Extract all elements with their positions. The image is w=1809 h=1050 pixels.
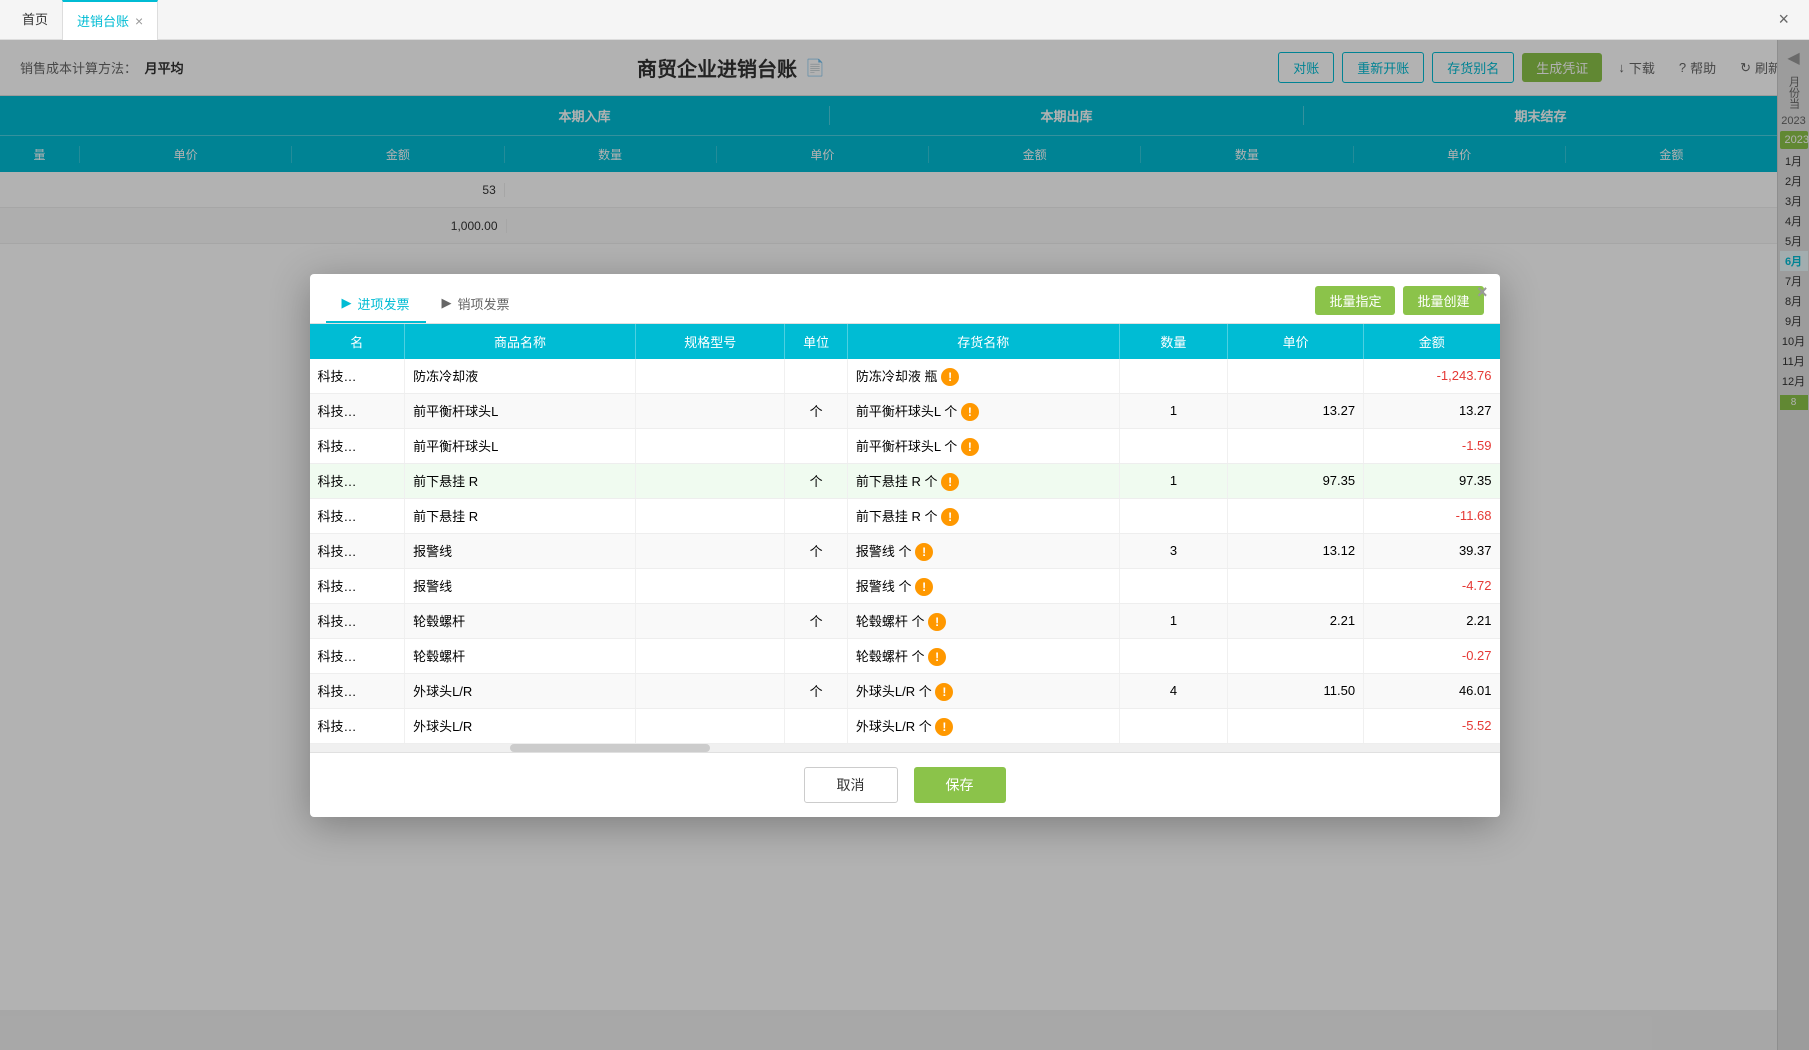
warning-icon: ! — [928, 613, 946, 631]
modal-dialog: ▶ 进项发票 ▶ 销项发票 批量指定 批量创建 × 名 — [310, 274, 1500, 817]
table-row[interactable]: 科技…防冻冷却液防冻冷却液 瓶 !-1,243.76 — [310, 359, 1500, 394]
warning-icon: ! — [941, 473, 959, 491]
horizontal-scrollbar[interactable] — [310, 744, 1500, 752]
modal-footer: 取消 保存 — [310, 752, 1500, 817]
th-qty: 数量 — [1119, 324, 1228, 359]
warning-icon: ! — [961, 403, 979, 421]
th-spec: 规格型号 — [636, 324, 785, 359]
tab-close-icon[interactable]: × — [135, 13, 143, 29]
table-row[interactable]: 科技…报警线报警线 个 !-4.72 — [310, 568, 1500, 603]
modal-header: ▶ 进项发票 ▶ 销项发票 批量指定 批量创建 × — [310, 274, 1500, 324]
warning-icon: ! — [928, 648, 946, 666]
modal-overlay: ▶ 进项发票 ▶ 销项发票 批量指定 批量创建 × 名 — [0, 40, 1809, 1050]
tab-home[interactable]: 首页 — [8, 0, 62, 40]
inventory-name-text: 外球头L/R 个 — [856, 719, 932, 734]
inventory-name-text: 前平衡杆球头L 个 — [856, 439, 957, 454]
warning-icon: ! — [935, 683, 953, 701]
inventory-name-text: 报警线 个 — [856, 579, 912, 594]
batch-create-button[interactable]: 批量创建 — [1403, 286, 1483, 315]
th-name-abbr: 名 — [310, 324, 405, 359]
warning-icon: ! — [941, 508, 959, 526]
warning-icon: ! — [915, 578, 933, 596]
tab-active-label: 进销台账 — [77, 11, 129, 30]
th-unit-price: 单价 — [1228, 324, 1364, 359]
th-amount: 金额 — [1364, 324, 1500, 359]
save-button[interactable]: 保存 — [914, 767, 1006, 803]
modal-close-button[interactable]: × — [1477, 282, 1488, 303]
modal-header-actions: 批量指定 批量创建 — [1315, 286, 1483, 315]
table-row[interactable]: 科技…轮毂螺杆轮毂螺杆 个 !-0.27 — [310, 638, 1500, 673]
inventory-name-text: 报警线 个 — [856, 544, 912, 559]
inventory-name-text: 前平衡杆球头L 个 — [856, 404, 957, 419]
batch-assign-button[interactable]: 批量指定 — [1315, 286, 1395, 315]
incoming-invoice-icon: ▶ — [342, 295, 352, 311]
inventory-name-text: 轮毂螺杆 个 — [856, 614, 925, 629]
tab-active[interactable]: 进销台账 × — [62, 0, 158, 40]
window-close-button[interactable]: × — [1766, 9, 1801, 30]
top-bar: 首页 进销台账 × × — [0, 0, 1809, 40]
table-row[interactable]: 科技…前下悬挂 R前下悬挂 R 个 !-11.68 — [310, 498, 1500, 533]
modal-table-wrapper: 名 商品名称 规格型号 单位 存货名称 数量 单价 金额 科技…防冻冷却液防冻冷… — [310, 324, 1500, 744]
table-row[interactable]: 科技…外球头L/R个外球头L/R 个 !411.5046.01 — [310, 673, 1500, 708]
table-row[interactable]: 科技…报警线个报警线 个 !313.1239.37 — [310, 533, 1500, 568]
warning-icon: ! — [941, 368, 959, 386]
th-unit: 单位 — [785, 324, 847, 359]
inventory-name-text: 前下悬挂 R 个 — [856, 509, 938, 524]
inventory-name-text: 前下悬挂 R 个 — [856, 474, 938, 489]
table-row[interactable]: 科技…前下悬挂 R个前下悬挂 R 个 !197.3597.35 — [310, 463, 1500, 498]
th-inventory-name: 存货名称 — [847, 324, 1119, 359]
inventory-name-text: 轮毂螺杆 个 — [856, 649, 925, 664]
warning-icon: ! — [935, 718, 953, 736]
table-row[interactable]: 科技…轮毂螺杆个轮毂螺杆 个 !12.212.21 — [310, 603, 1500, 638]
warning-icon: ! — [915, 543, 933, 561]
tab-outgoing-invoice[interactable]: ▶ 销项发票 — [426, 286, 526, 323]
inventory-name-text: 外球头L/R 个 — [856, 684, 932, 699]
table-row[interactable]: 科技…前平衡杆球头L个前平衡杆球头L 个 !113.2713.27 — [310, 393, 1500, 428]
th-product-name: 商品名称 — [405, 324, 636, 359]
table-row[interactable]: 科技…外球头L/R外球头L/R 个 !-5.52 — [310, 708, 1500, 743]
outgoing-invoice-icon: ▶ — [442, 295, 452, 311]
table-row[interactable]: 科技…前平衡杆球头L前平衡杆球头L 个 !-1.59 — [310, 428, 1500, 463]
cancel-button[interactable]: 取消 — [804, 767, 898, 803]
invoice-table: 名 商品名称 规格型号 单位 存货名称 数量 单价 金额 科技…防冻冷却液防冻冷… — [310, 324, 1500, 744]
tab-incoming-invoice[interactable]: ▶ 进项发票 — [326, 286, 426, 323]
main-content: 销售成本计算方法： 月平均 商贸企业进销台账 📄 对账 重新开账 存货别名 生成… — [0, 40, 1809, 1050]
inventory-name-text: 防冻冷却液 瓶 — [856, 369, 938, 384]
warning-icon: ! — [961, 438, 979, 456]
